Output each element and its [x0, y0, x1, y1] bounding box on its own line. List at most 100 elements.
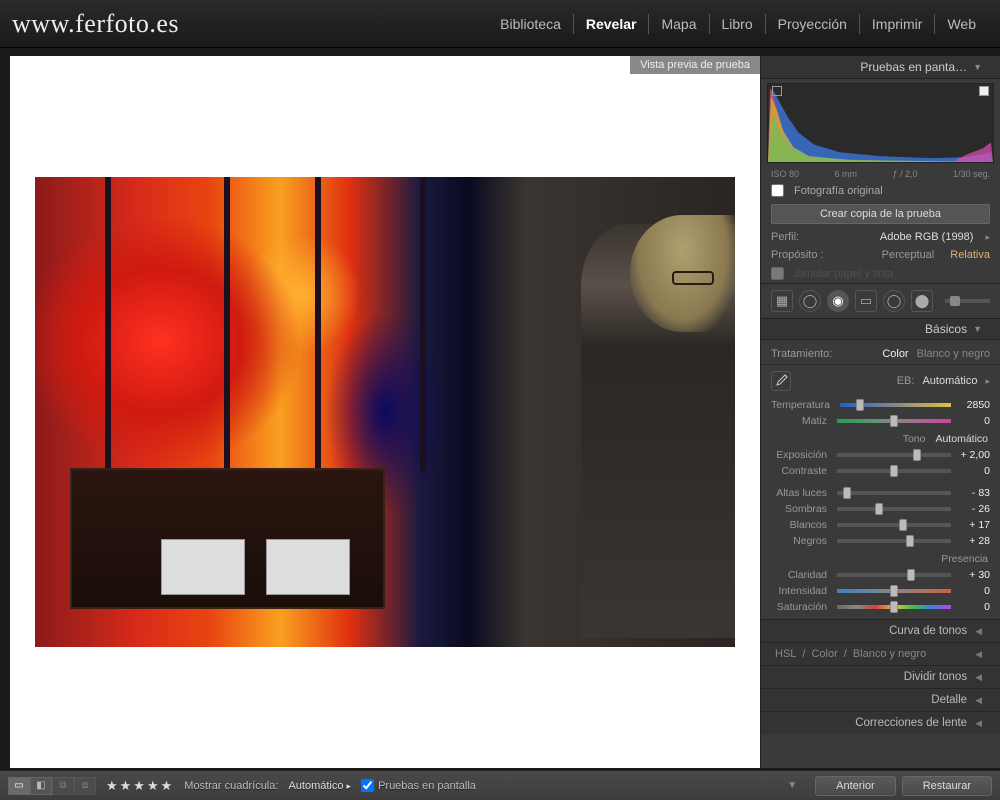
simulate-paper-label: Simular papel y tinta [794, 268, 894, 280]
hsl-opt-color[interactable]: Color [811, 648, 837, 660]
intensidad-value[interactable]: 0 [955, 585, 990, 597]
module-libro[interactable]: Libro [710, 14, 766, 34]
basic-panel-header[interactable]: Básicos ▼ [761, 319, 1000, 340]
altas-slider[interactable] [837, 491, 951, 495]
matiz-value[interactable]: 0 [955, 415, 990, 427]
blancos-value[interactable]: + 17 [955, 519, 990, 531]
module-web[interactable]: Web [935, 14, 988, 34]
negros-label: Negros [771, 535, 833, 547]
spot-tool-icon[interactable]: ◯ [799, 290, 821, 312]
restore-button[interactable]: Restaurar [902, 776, 992, 796]
intensidad-slider[interactable] [837, 589, 951, 593]
module-biblioteca[interactable]: Biblioteca [488, 14, 574, 34]
exposicion-value[interactable]: + 2,00 [955, 449, 990, 461]
rating-stars[interactable]: ★★★★★ [106, 778, 174, 794]
negros-slider[interactable] [837, 539, 951, 543]
previous-button[interactable]: Anterior [815, 776, 896, 796]
photo-preview[interactable] [35, 177, 735, 647]
grid-label: Mostrar cuadrícula: [184, 780, 278, 792]
view-before-after-icon[interactable]: ◧ [30, 777, 52, 795]
saturacion-slider[interactable] [837, 605, 951, 609]
wb-row: EB: Automático ▸ [761, 365, 1000, 397]
histogram[interactable] [767, 83, 994, 163]
module-imprimir[interactable]: Imprimir [860, 14, 936, 34]
chevron-down-icon[interactable]: ▼ [787, 780, 805, 791]
claridad-slider[interactable] [837, 573, 951, 577]
negros-value[interactable]: + 28 [955, 535, 990, 547]
right-panel: Pruebas en panta… ▼ ISO 80 6 mm ƒ / 2,0 … [760, 56, 1000, 768]
treatment-bw[interactable]: Blanco y negro [917, 348, 990, 360]
sombras-slider[interactable] [837, 507, 951, 511]
sombras-label: Sombras [771, 503, 833, 515]
module-proyeccion[interactable]: Proyección [766, 14, 860, 34]
view-survey-icon[interactable]: ⧈ [74, 777, 96, 795]
radial-tool-icon[interactable]: ◯ [883, 290, 905, 312]
view-toggles: ▭ ◧ ⧉ ⧈ [8, 777, 96, 795]
simulate-paper-checkbox [771, 267, 784, 280]
basic-panel: Tratamiento: Color Blanco y negro EB: Au… [761, 340, 1000, 619]
contraste-slider[interactable] [837, 469, 951, 473]
profile-row: Perfil: Adobe RGB (1998) ▸ [761, 228, 1000, 246]
hsl-opt-hsl[interactable]: HSL [775, 648, 796, 660]
presence-title: Presencia [941, 553, 988, 565]
intent-relative[interactable]: Relativa [950, 249, 990, 261]
eyedropper-tool-icon[interactable] [771, 371, 791, 391]
panel-dividir[interactable]: Dividir tonos ◀ [761, 665, 1000, 688]
soft-proof-checkbox[interactable] [361, 779, 374, 792]
top-bar: www.ferfoto.es Biblioteca Revelar Mapa L… [0, 0, 1000, 48]
tone-title: Tono [903, 433, 926, 445]
grid-select[interactable]: Automático ▸ [288, 780, 351, 792]
wb-value[interactable]: Automático [922, 375, 977, 387]
crop-tool-icon[interactable]: ▦ [771, 290, 793, 312]
profile-label: Perfil: [771, 231, 831, 243]
gradient-tool-icon[interactable]: ▭ [855, 290, 877, 312]
proof-panel-header[interactable]: Pruebas en panta… ▼ [761, 56, 1000, 79]
chevron-updown-icon[interactable]: ▸ [985, 232, 990, 243]
create-proof-copy-button[interactable]: Crear copia de la prueba [771, 204, 990, 224]
temperatura-value[interactable]: 2850 [955, 399, 990, 411]
meta-iso: ISO 80 [771, 169, 799, 179]
contraste-value[interactable]: 0 [955, 465, 990, 477]
treatment-color[interactable]: Color [882, 348, 908, 360]
module-mapa[interactable]: Mapa [649, 14, 709, 34]
original-photo-check-row: Fotografía original [761, 181, 1000, 200]
shadow-clip-icon[interactable] [772, 86, 782, 96]
blancos-slider[interactable] [837, 523, 951, 527]
sombras-value[interactable]: - 26 [955, 503, 990, 515]
temperatura-label: Temperatura [771, 399, 836, 411]
profile-value[interactable]: Adobe RGB (1998) [880, 231, 974, 243]
panel-detalle[interactable]: Detalle ◀ [761, 688, 1000, 711]
panel-curva-title: Curva de tonos [889, 625, 967, 637]
highlight-clip-icon[interactable] [979, 86, 989, 96]
original-photo-checkbox[interactable] [771, 184, 784, 197]
soft-proof-label: Pruebas en pantalla [378, 780, 476, 792]
chevron-updown-icon[interactable]: ▸ [985, 376, 990, 387]
brush-tool-icon[interactable]: ⬤ [911, 290, 933, 312]
panel-lente-title: Correcciones de lente [855, 717, 967, 729]
panel-curva[interactable]: Curva de tonos ◀ [761, 619, 1000, 642]
view-loupe-icon[interactable]: ▭ [8, 777, 30, 795]
temperatura-slider[interactable] [840, 403, 951, 407]
module-revelar[interactable]: Revelar [574, 14, 650, 34]
tool-size-slider[interactable] [945, 299, 990, 303]
altas-value[interactable]: - 83 [955, 487, 990, 499]
intent-perceptual[interactable]: Perceptual [882, 249, 935, 261]
tone-subheader: Tono Automático [761, 429, 1000, 447]
module-nav: Biblioteca Revelar Mapa Libro Proyección… [488, 14, 988, 34]
matiz-slider[interactable] [837, 419, 951, 423]
hsl-opt-bw[interactable]: Blanco y negro [853, 648, 926, 660]
redeye-tool-icon[interactable]: ◉ [827, 290, 849, 312]
panel-lente[interactable]: Correcciones de lente ◀ [761, 711, 1000, 734]
matiz-label: Matiz [771, 415, 833, 427]
panel-hsl[interactable]: HSL/ Color/ Blanco y negro ◀ [761, 642, 1000, 665]
view-compare-icon[interactable]: ⧉ [52, 777, 74, 795]
claridad-value[interactable]: + 30 [955, 569, 990, 581]
chevron-down-icon: ▼ [973, 324, 982, 334]
saturacion-value[interactable]: 0 [955, 601, 990, 613]
tone-auto-button[interactable]: Automático [935, 433, 988, 445]
bottom-buttons: Anterior Restaurar [815, 776, 992, 796]
bottom-toolbar: ▭ ◧ ⧉ ⧈ ★★★★★ Mostrar cuadrícula: Automá… [0, 770, 1000, 800]
simulate-paper-row: Simular papel y tinta [761, 264, 1000, 283]
exposicion-slider[interactable] [837, 453, 951, 457]
canvas-area: Vista previa de prueba [10, 56, 760, 768]
